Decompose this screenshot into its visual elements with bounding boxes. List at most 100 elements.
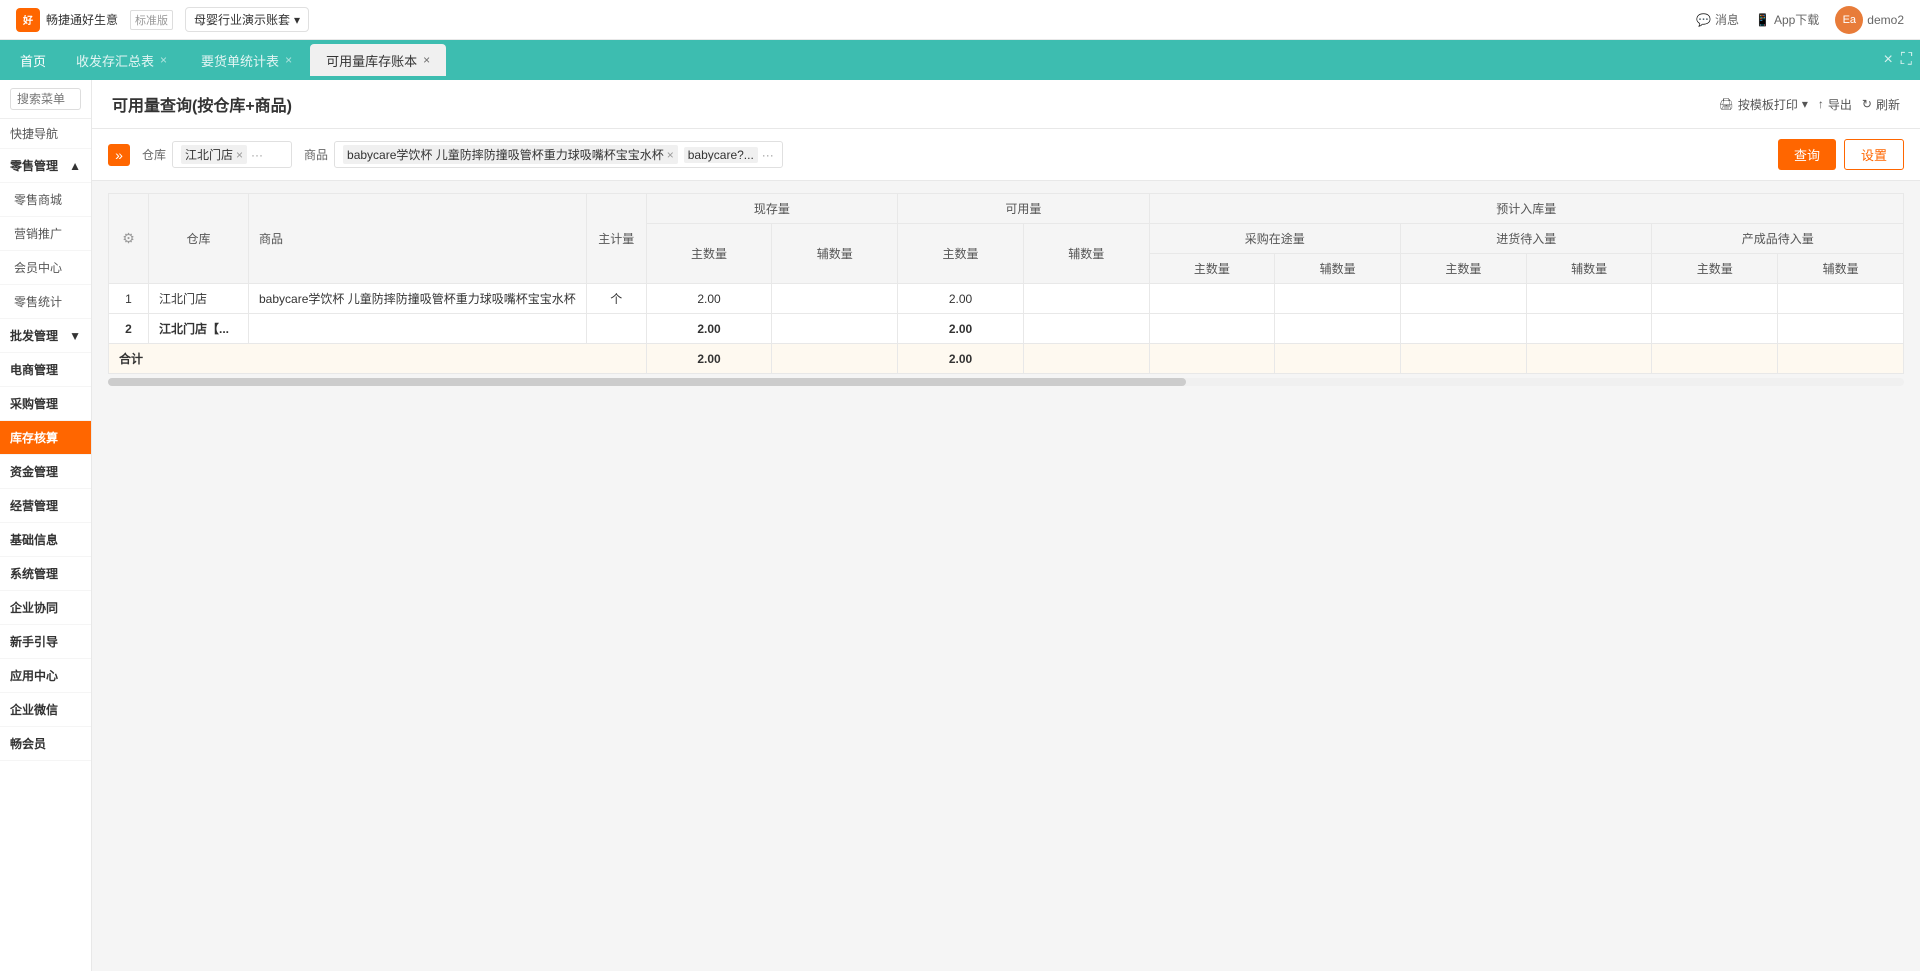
sidebar-section-system[interactable]: 系统管理 [0,557,91,591]
tab-3-close[interactable]: × [423,53,430,67]
query-btn[interactable]: 查询 [1778,139,1836,170]
row-2-pp-aux [1778,314,1904,344]
col-stock-aux-header: 辅数量 [772,224,898,284]
sidebar-section-appcenter[interactable]: 应用中心 [0,659,91,693]
row-1-pt-main [1149,284,1275,314]
row-2-no: 2 [109,314,149,344]
brand-logo: 好 [16,8,40,32]
user-area[interactable]: Ea demo2 [1835,6,1904,34]
fullscreen-btn[interactable]: ⛶ [1901,51,1912,69]
wholesale-arrow-icon: ▼ [69,329,81,343]
tab-1-close[interactable]: × [160,53,167,67]
filter-bar: » 仓库 江北门店 × ··· 商品 babycare学饮杯 儿童防摔防撞吸管杯… [92,129,1920,181]
export-icon: ↑ [1818,97,1824,111]
sidebar-section-newguide[interactable]: 新手引导 [0,625,91,659]
warehouse-filter-group: 仓库 江北门店 × ··· [142,141,292,168]
row-1-stock-main: 2.00 [646,284,772,314]
col-ip-main-header: 主数量 [1401,254,1527,284]
sidebar-section-purchase[interactable]: 采购管理 [0,387,91,421]
message-btn[interactable]: 💬 消息 [1696,11,1739,28]
sidebar-nav-shortcut[interactable]: 快捷导航 [0,119,91,149]
warehouse-tag-close[interactable]: × [236,148,243,162]
top-bar-left: 好 畅捷通好生意 标准版 母婴行业演示账套 ▾ [16,7,309,32]
sidebar-section-operation[interactable]: 经营管理 [0,489,91,523]
settings-icon[interactable]: ⚙ [122,230,135,246]
row-2-goods [249,314,587,344]
nav-tab-2[interactable]: 要货单统计表 × [185,44,308,76]
nav-home-tab[interactable]: 首页 [8,51,58,70]
col-incoming-header: 进货待入量 [1401,224,1652,254]
col-pp-main-header: 主数量 [1652,254,1778,284]
sidebar-item-marketing[interactable]: 营销推广 [0,217,91,251]
col-avail-aux-header: 辅数量 [1023,224,1149,284]
row-2-pt-main [1149,314,1275,344]
warehouse-dots[interactable]: ··· [251,148,263,162]
warehouse-filter-input[interactable]: 江北门店 × ··· [172,141,292,168]
goods-filter-group: 商品 babycare学饮杯 儿童防摔防撞吸管杯重力球吸嘴杯宝宝水杯 × bab… [304,141,783,168]
nav-tab-3[interactable]: 可用量库存账本 × [310,44,446,76]
nav-tabs-left: 首页 收发存汇总表 × 要货单统计表 × 可用量库存账本 × [8,44,446,76]
nav-tabs-right: × ⛶ [1883,51,1912,69]
sidebar: 快捷导航 零售管理 ▲ 零售商城 营销推广 会员中心 零售统计 批发管理 ▼ 电… [0,80,92,971]
filter-expand-btn[interactable]: » [108,144,130,166]
sidebar-section-wholesale[interactable]: 批发管理 ▼ [0,319,91,353]
scrollbar-area [108,378,1904,386]
sidebar-section-basic[interactable]: 基础信息 [0,523,91,557]
sidebar-section-finance[interactable]: 资金管理 [0,455,91,489]
main-layout: 快捷导航 零售管理 ▲ 零售商城 营销推广 会员中心 零售统计 批发管理 ▼ 电… [0,80,1920,971]
nav-tab-1[interactable]: 收发存汇总表 × [60,44,183,76]
print-chevron-icon: ▾ [1802,97,1808,111]
avatar: Ea [1835,6,1863,34]
sidebar-search-input[interactable] [10,88,81,110]
row-1-avail-aux [1023,284,1149,314]
col-warehouse-header: 仓库 [149,194,249,284]
goods-tag-1-close[interactable]: × [667,148,674,162]
sidebar-section-inventory[interactable]: 库存核算 [0,421,91,455]
close-window-btn[interactable]: × [1883,51,1892,69]
industry-chevron-icon: ▾ [294,13,300,27]
tab-2-close[interactable]: × [285,53,292,67]
row-1-avail-main: 2.00 [898,284,1024,314]
row-1-unit: 个 [586,284,646,314]
sidebar-section-retail[interactable]: 零售管理 ▲ [0,149,91,183]
export-btn[interactable]: ↑ 导出 [1818,96,1852,113]
scrollbar-thumb[interactable] [108,378,1186,386]
table-area: ⚙ 仓库 商品 主计量 现存量 可用量 预计入库量 主数量 辅数量 主数量 辅数… [92,181,1920,971]
industry-select[interactable]: 母婴行业演示账套 ▾ [185,7,309,32]
sidebar-item-retail-stats[interactable]: 零售统计 [0,285,91,319]
warehouse-tag: 江北门店 × [181,145,247,164]
app-download-label: App下载 [1774,11,1819,28]
table-header-row-1: ⚙ 仓库 商品 主计量 现存量 可用量 预计入库量 [109,194,1904,224]
goods-tag-2: babycare?... [684,147,758,163]
goods-filter-input[interactable]: babycare学饮杯 儿童防摔防撞吸管杯重力球吸嘴杯宝宝水杯 × babyca… [334,141,783,168]
print-template-btn[interactable]: 🖨 按模板打印 ▾ [1719,96,1808,113]
sidebar-section-ecommerce[interactable]: 电商管理 [0,353,91,387]
row-1-ip-aux [1526,284,1652,314]
message-icon: 💬 [1696,13,1711,27]
row-2-ip-main [1401,314,1527,344]
row-1-no: 1 [109,284,149,314]
sidebar-item-retail-mall[interactable]: 零售商城 [0,183,91,217]
sidebar-section-corp[interactable]: 企业协同 [0,591,91,625]
col-avail-main-header: 主数量 [898,224,1024,284]
col-pt-aux-header: 辅数量 [1275,254,1401,284]
sidebar-section-corpwx[interactable]: 企业微信 [0,693,91,727]
total-pt-main [1149,344,1275,374]
data-table: ⚙ 仓库 商品 主计量 现存量 可用量 预计入库量 主数量 辅数量 主数量 辅数… [108,193,1904,374]
total-stock-aux [772,344,898,374]
row-2-pt-aux [1275,314,1401,344]
col-ip-aux-header: 辅数量 [1526,254,1652,284]
sidebar-section-member2[interactable]: 畅会员 [0,727,91,761]
goods-dots[interactable]: ··· [762,148,774,162]
refresh-btn[interactable]: ↻ 刷新 [1862,96,1900,113]
refresh-icon: ↻ [1862,97,1872,111]
goods-tag-1: babycare学饮杯 儿童防摔防撞吸管杯重力球吸嘴杯宝宝水杯 × [343,145,678,164]
setting-btn[interactable]: 设置 [1844,139,1904,170]
sidebar-item-member[interactable]: 会员中心 [0,251,91,285]
total-pp-main [1652,344,1778,374]
row-2-ip-aux [1526,314,1652,344]
row-1-stock-aux [772,284,898,314]
top-bar-right: 💬 消息 📱 App下载 Ea demo2 [1696,6,1904,34]
app-download-btn[interactable]: 📱 App下载 [1755,11,1819,28]
goods-filter-label: 商品 [304,146,328,163]
